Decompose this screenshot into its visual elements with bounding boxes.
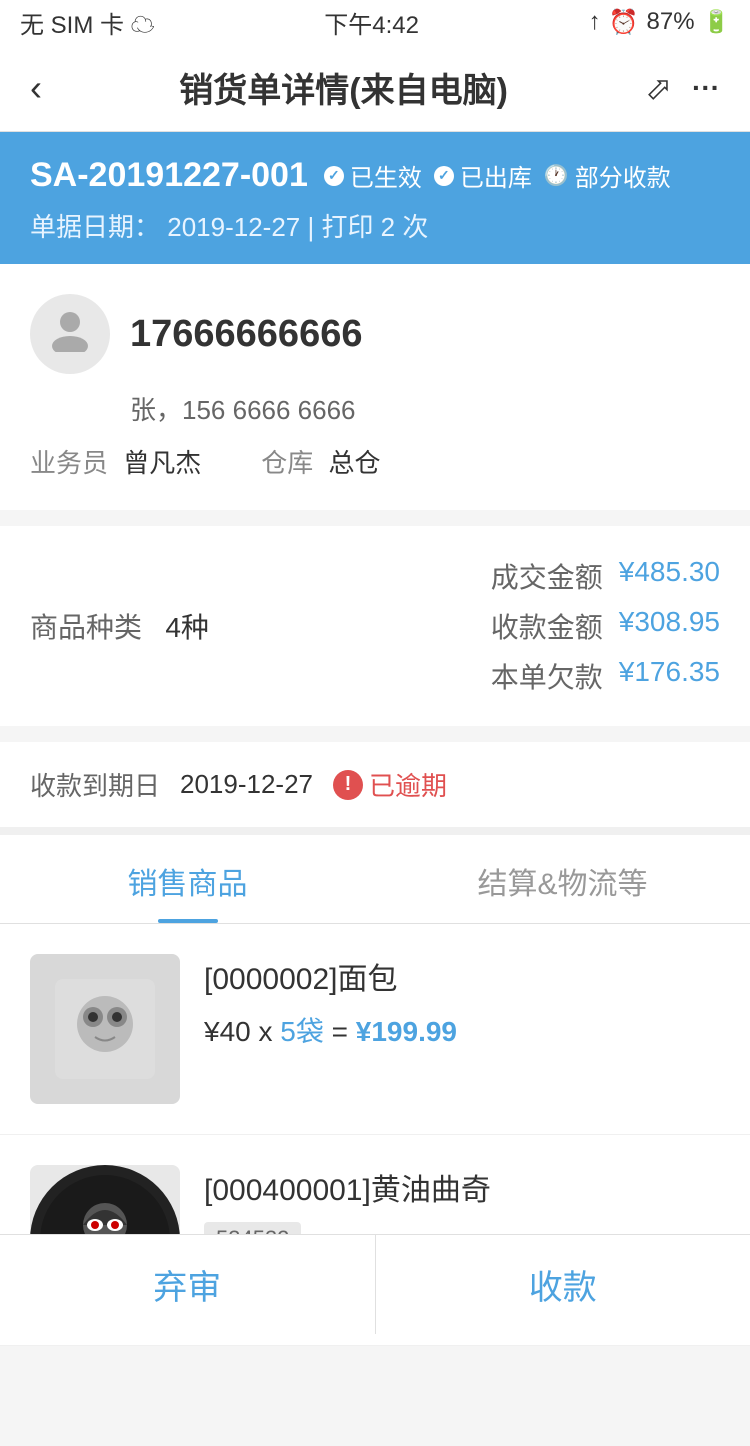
stats-right: 成交金额 ¥485.30 收款金额 ¥308.95 本单欠款 ¥176.35	[483, 556, 720, 696]
clock-icon: 🕐	[544, 163, 569, 188]
order-id: SA-20191227-001	[30, 156, 308, 195]
salesperson-label: 业务员	[30, 448, 108, 478]
user-icon	[46, 304, 94, 364]
product-image-1	[30, 954, 180, 1104]
salesperson-value: 曾凡杰	[123, 448, 201, 478]
status-bar: 无 SIM 卡 ☁ 下午4:42 ↑ ⏰ 87% 🔋	[0, 0, 750, 44]
badge-effective-label: 已生效	[350, 158, 422, 193]
customer-section: 17666666666 张，156 6666 6666 业务员 曾凡杰 仓库 总…	[0, 264, 750, 510]
confirm-button[interactable]: 收款	[376, 1235, 750, 1334]
salesperson-info: 业务员 曾凡杰	[30, 443, 201, 480]
bottom-bar: 弃审 收款	[0, 1234, 750, 1334]
cancel-label: 弃审	[153, 1260, 221, 1309]
confirm-label: 收款	[529, 1260, 597, 1309]
product-total-1: ¥199.99	[356, 1016, 457, 1047]
check-icon-2: ✓	[438, 167, 450, 184]
date-label: 单据日期：	[30, 212, 160, 242]
badge-partial-label: 部分收款	[575, 158, 671, 193]
amount-label: 成交金额	[483, 556, 603, 596]
badge-shipped-label: 已出库	[460, 158, 532, 193]
amount-value: ¥485.30	[619, 556, 720, 596]
customer-row: 17666666666	[30, 294, 720, 374]
check-icon-1: ✓	[328, 167, 340, 184]
debt-value: ¥176.35	[619, 656, 720, 696]
status-badges: ✓ 已生效 ✓ 已出库 🕐 部分收款	[324, 158, 671, 193]
received-value: ¥308.95	[619, 606, 720, 646]
due-date-value: 2019-12-27	[180, 769, 313, 800]
nav-left: ‹	[30, 67, 42, 109]
debt-label: 本单欠款	[483, 656, 603, 696]
check-dot-1: ✓	[324, 166, 344, 186]
status-time: 下午4:42	[324, 5, 419, 40]
product-name-1: [0000002]面包	[204, 954, 720, 998]
product-qty-1: 5袋	[280, 1016, 324, 1047]
customer-info-row: 业务员 曾凡杰 仓库 总仓	[30, 443, 720, 480]
debt-row: 本单欠款 ¥176.35	[483, 656, 720, 696]
order-banner: SA-20191227-001 ✓ 已生效 ✓ 已出库 🕐 部分收款 单据日期：…	[0, 132, 750, 264]
product-item-1: [0000002]面包 ¥40 x 5袋 = ¥199.99	[0, 924, 750, 1135]
warehouse-value: 总仓	[329, 448, 381, 478]
status-left: 无 SIM 卡 ☁	[20, 5, 155, 40]
due-date-label: 收款到期日	[30, 766, 160, 803]
avatar	[30, 294, 110, 374]
battery-status: 87%	[647, 8, 695, 36]
share-button[interactable]: ⬀	[645, 69, 672, 107]
due-section: 收款到期日 2019-12-27 ! 已逾期	[0, 742, 750, 835]
nav-right: ⬀ ···	[645, 69, 720, 107]
tab-settlement-label: 结算&物流等	[477, 868, 647, 901]
location-icon: ↑	[589, 8, 601, 36]
product-placeholder-1	[30, 954, 180, 1104]
status-right: ↑ ⏰ 87% 🔋	[589, 8, 730, 37]
nav-bar: ‹ 销货单详情(来自电脑) ⬀ ···	[0, 44, 750, 132]
tab-products-label: 销售商品	[128, 868, 248, 901]
amount-row: 成交金额 ¥485.30	[483, 556, 720, 596]
page-title: 销货单详情(来自电脑)	[179, 63, 508, 112]
badge-effective: ✓ 已生效	[324, 158, 422, 193]
tab-settlement[interactable]: 结算&物流等	[375, 835, 750, 923]
more-button[interactable]: ···	[692, 72, 720, 104]
warehouse-info: 仓库 总仓	[261, 443, 380, 480]
stats-section: 商品种类 4种 成交金额 ¥485.30 收款金额 ¥308.95 本单欠款 ¥…	[0, 526, 750, 726]
overdue-badge: ! 已逾期	[333, 766, 447, 803]
tab-products[interactable]: 销售商品	[0, 835, 375, 923]
customer-contact: 张，156 6666 6666	[130, 390, 720, 427]
received-label: 收款金额	[483, 606, 603, 646]
print-info: | 打印 2 次	[307, 212, 428, 242]
sim-status: 无 SIM 卡 ☁	[20, 5, 155, 40]
product-name-2: [000400001]黄油曲奇	[204, 1165, 720, 1209]
battery-icon: 🔋	[703, 9, 730, 35]
overdue-icon: !	[333, 770, 363, 800]
alarm-icon: ⏰	[609, 8, 639, 37]
customer-id: 17666666666	[130, 313, 362, 356]
product-info-1: [0000002]面包 ¥40 x 5袋 = ¥199.99	[204, 954, 720, 1050]
order-date-line: 单据日期： 2019-12-27 | 打印 2 次	[30, 207, 720, 244]
stats-left: 商品种类 4种	[30, 606, 209, 646]
badge-partial: 🕐 部分收款	[544, 158, 671, 193]
received-row: 收款金额 ¥308.95	[483, 606, 720, 646]
product-kind-value: 4种	[165, 612, 209, 643]
cancel-button[interactable]: 弃审	[0, 1235, 376, 1334]
badge-shipped: ✓ 已出库	[434, 158, 532, 193]
tabs: 销售商品 结算&物流等	[0, 835, 750, 924]
check-dot-2: ✓	[434, 166, 454, 186]
product-price-1: ¥40 x 5袋 = ¥199.99	[204, 1010, 720, 1050]
product-kind-label: 商品种类	[30, 612, 142, 643]
back-button[interactable]: ‹	[30, 67, 42, 109]
warehouse-label: 仓库	[261, 448, 313, 478]
order-date: 2019-12-27	[167, 212, 300, 242]
overdue-text: 已逾期	[369, 766, 447, 803]
product-unit-price-1: ¥40	[204, 1016, 251, 1047]
